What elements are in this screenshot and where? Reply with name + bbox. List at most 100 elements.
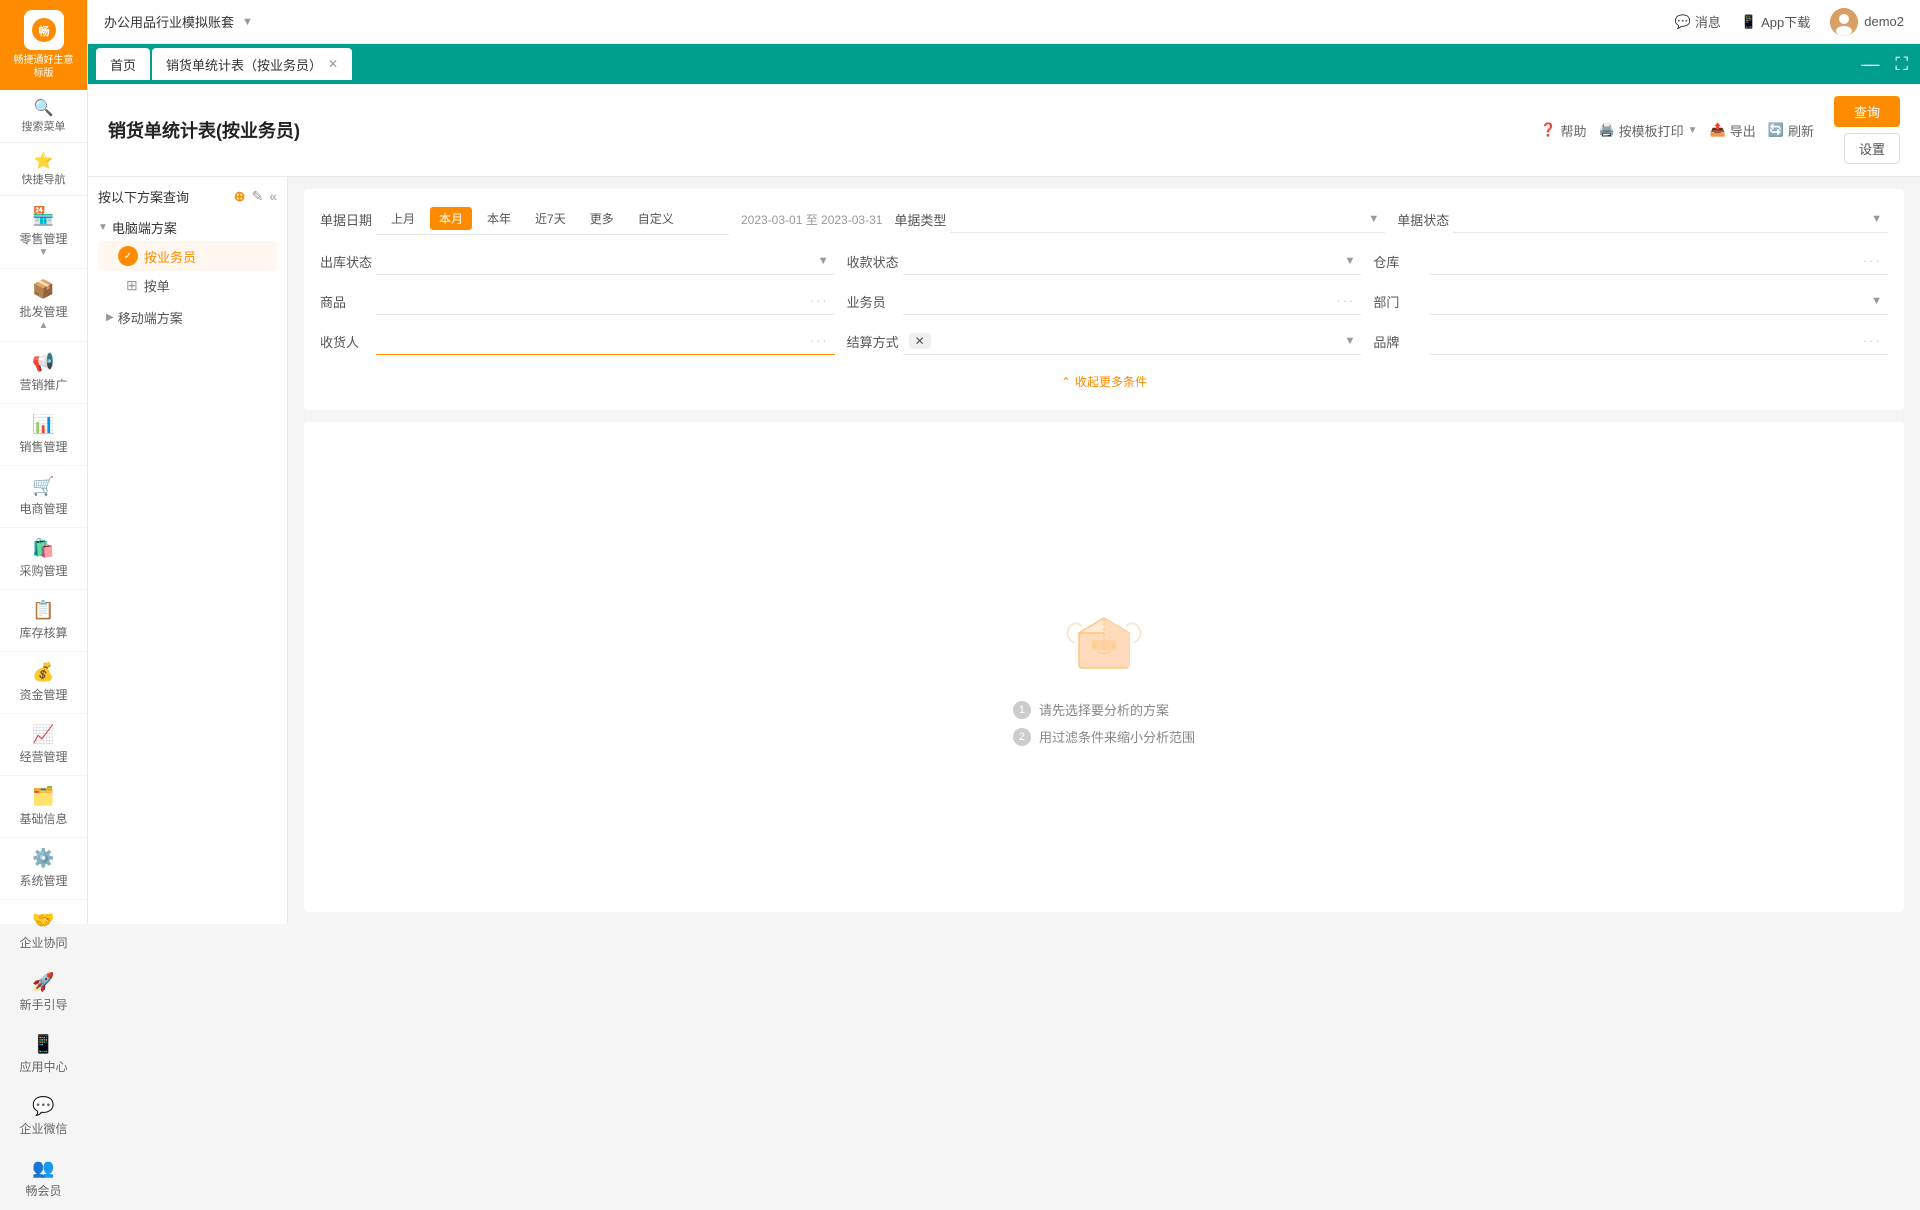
messages-btn[interactable]: 💬 消息 (1675, 12, 1721, 31)
minimize-icon[interactable]: — (1857, 50, 1883, 79)
page-actions: ❓ 帮助 🖨️ 按模板打印 ▼ 📤 导出 🔄 刷新 查询 (1540, 96, 1900, 164)
filter-row-2: 出库状态 ▼ 收款状态 ▼ 仓库 (320, 247, 1888, 275)
mobile-scheme-group[interactable]: ▶ 移动端方案 (98, 304, 277, 331)
settlement-tag: ✕ (909, 333, 931, 349)
user-profile-btn[interactable]: demo2 (1830, 8, 1904, 36)
sidebar-item-finance[interactable]: 💰 资金管理 (0, 652, 87, 714)
print-btn[interactable]: 🖨️ 按模板打印 ▼ (1598, 121, 1697, 140)
sidebar-item-wechat[interactable]: 💬 企业微信 (0, 1086, 87, 1148)
edit-scheme-icon[interactable]: ✎ (251, 188, 263, 205)
sidebar-item-sales[interactable]: 📊 销售管理 (0, 404, 87, 466)
sidebar-item-business[interactable]: 📈 经营管理 (0, 714, 87, 776)
filter-row-4: 收货人 ··· 结算方式 ✕ ▼ (320, 327, 1888, 355)
empty-tip-1: 1 请先选择要分析的方案 (1013, 700, 1195, 719)
help-icon: ❓ (1540, 122, 1556, 138)
doc-type-filter-item: 单据类型 ▼ (894, 205, 1385, 233)
sidebar-item-inventory[interactable]: 📋 库存核算 (0, 590, 87, 652)
scheme-item-by-order[interactable]: ⊞ 按单 (98, 271, 277, 300)
collapse-arrow-icon: ⌃ (1061, 375, 1071, 389)
settlement-label: 结算方式 (847, 332, 903, 351)
out-status-control[interactable]: ▼ (376, 247, 835, 275)
help-btn[interactable]: ❓ 帮助 (1540, 121, 1586, 140)
collect-status-control[interactable]: ▼ (903, 247, 1362, 275)
recipient-label: 收货人 (320, 332, 376, 351)
tip-text-2: 用过滤条件来缩小分析范围 (1039, 727, 1195, 746)
settlement-control[interactable]: ✕ ▼ (903, 327, 1362, 355)
doc-status-control[interactable]: ▼ (1453, 205, 1888, 233)
query-button[interactable]: 查询 (1834, 96, 1900, 127)
settlement-dropdown-icon: ▼ (1344, 335, 1355, 347)
recipient-dots: ··· (810, 333, 829, 348)
date-control[interactable]: 上月 本月 本年 近7天 更多 自定义 (376, 203, 729, 235)
main-area: 办公用品行业模拟账套 ▼ 💬 消息 📱 App下载 demo2 首页 (88, 0, 1920, 924)
brand-label: 品牌 (1373, 332, 1429, 351)
page-header: 销货单统计表(按业务员) ❓ 帮助 🖨️ 按模板打印 ▼ 📤 导出 🔄 刷 (88, 84, 1920, 177)
scheme-label-by-salesperson: 按业务员 (144, 247, 196, 266)
date-btn-this-month[interactable]: 本月 (430, 207, 472, 230)
settlement-tag-x[interactable]: ✕ (915, 334, 925, 348)
sidebar-item-member[interactable]: 👥 畅会员 (0, 1148, 87, 1210)
product-control[interactable]: ··· (376, 287, 835, 315)
sub-item-icon: ⊞ (126, 277, 138, 294)
refresh-btn[interactable]: 🔄 刷新 (1768, 121, 1814, 140)
collect-status-dropdown-icon: ▼ (1344, 255, 1355, 267)
left-panel-header: 按以下方案查询 ⊕ ✎ « (98, 187, 277, 206)
sidebar-item-ecommerce[interactable]: 🛒 电商管理 (0, 466, 87, 528)
suite-dropdown-icon[interactable]: ▼ (242, 16, 253, 28)
sidebar-item-quick-nav[interactable]: ⭐ 快捷导航 (0, 143, 87, 196)
maximize-icon[interactable]: ⛶ (1891, 50, 1912, 79)
brand-control[interactable]: ··· (1429, 327, 1888, 355)
sidebar-item-app-center[interactable]: 📱 应用中心 (0, 1024, 87, 1086)
collapse-panel-icon[interactable]: « (269, 188, 277, 205)
logo-text: 畅捷通好生意 标版 (14, 54, 74, 80)
date-btn-7days[interactable]: 近7天 (526, 207, 575, 230)
warehouse-dots: ··· (1863, 253, 1882, 268)
out-status-dropdown-icon: ▼ (818, 255, 829, 267)
warehouse-control[interactable]: ··· (1429, 247, 1888, 275)
messages-label: 消息 (1695, 12, 1721, 31)
sidebar-item-enterprise[interactable]: 🤝 企业协同 (0, 900, 87, 962)
brand-filter-item: 品牌 ··· (1373, 327, 1888, 355)
add-scheme-icon[interactable]: ⊕ (234, 188, 246, 205)
date-btn-custom[interactable]: 自定义 (629, 207, 683, 230)
tab-close-icon[interactable]: ✕ (328, 57, 338, 71)
collapse-filters-btn[interactable]: ⌃ 收起更多条件 (320, 367, 1888, 396)
tab-sales-stats[interactable]: 销货单统计表（按业务员） ✕ (152, 48, 352, 80)
sidebar-item-newbie[interactable]: 🚀 新手引导 (0, 962, 87, 1024)
collect-status-label: 收款状态 (847, 252, 903, 271)
scheme-item-by-salesperson[interactable]: ✓ 按业务员 (98, 241, 277, 271)
dept-control[interactable]: ▼ (1429, 287, 1888, 315)
tab-home[interactable]: 首页 (96, 48, 150, 80)
empty-tips: 1 请先选择要分析的方案 2 用过滤条件来缩小分析范围 (1013, 700, 1195, 746)
tab-bar-actions: — ⛶ (1857, 50, 1912, 79)
sidebar-item-search[interactable]: 🔍 搜索菜单 (0, 90, 87, 143)
sidebar-item-system[interactable]: ⚙️ 系统管理 (0, 838, 87, 900)
sidebar-item-basic[interactable]: 🗂️ 基础信息 (0, 776, 87, 838)
settings-button[interactable]: 设置 (1844, 133, 1900, 164)
pc-scheme-arrow: ▼ (98, 222, 108, 233)
settlement-filter-item: 结算方式 ✕ ▼ (847, 327, 1362, 355)
home-tab-label: 首页 (110, 55, 136, 74)
refresh-icon: 🔄 (1768, 122, 1784, 138)
sidebar-item-wholesale[interactable]: 📦 批发管理 ▲ (0, 269, 87, 342)
app-download-label: App下载 (1761, 12, 1810, 31)
print-dropdown-icon[interactable]: ▼ (1688, 125, 1698, 136)
app-logo: 畅 畅捷通好生意 标版 (0, 0, 87, 90)
app-download-btn[interactable]: 📱 App下载 (1741, 12, 1810, 31)
sidebar-item-purchase[interactable]: 🛍️ 采购管理 (0, 528, 87, 590)
sidebar-item-retail[interactable]: 🏪 零售管理 ▼ (0, 196, 87, 269)
doc-status-dropdown-icon: ▼ (1871, 213, 1882, 225)
pc-scheme-header[interactable]: ▼ 电脑端方案 (98, 214, 277, 241)
date-range-display: 2023-03-01 至 2023-03-31 (741, 211, 882, 228)
date-btn-more[interactable]: 更多 (581, 207, 623, 230)
tip-num-1: 1 (1013, 701, 1031, 719)
salesperson-control[interactable]: ··· (903, 287, 1362, 315)
top-actions: 💬 消息 📱 App下载 demo2 (1675, 8, 1904, 36)
doc-type-control[interactable]: ▼ (950, 205, 1385, 233)
date-btn-this-year[interactable]: 本年 (478, 207, 520, 230)
export-btn[interactable]: 📤 导出 (1710, 121, 1756, 140)
svg-text:畅: 畅 (38, 24, 49, 38)
sidebar-item-marketing[interactable]: 📢 营销推广 (0, 342, 87, 404)
recipient-control[interactable]: ··· (376, 327, 835, 355)
date-btn-last-month[interactable]: 上月 (382, 207, 424, 230)
